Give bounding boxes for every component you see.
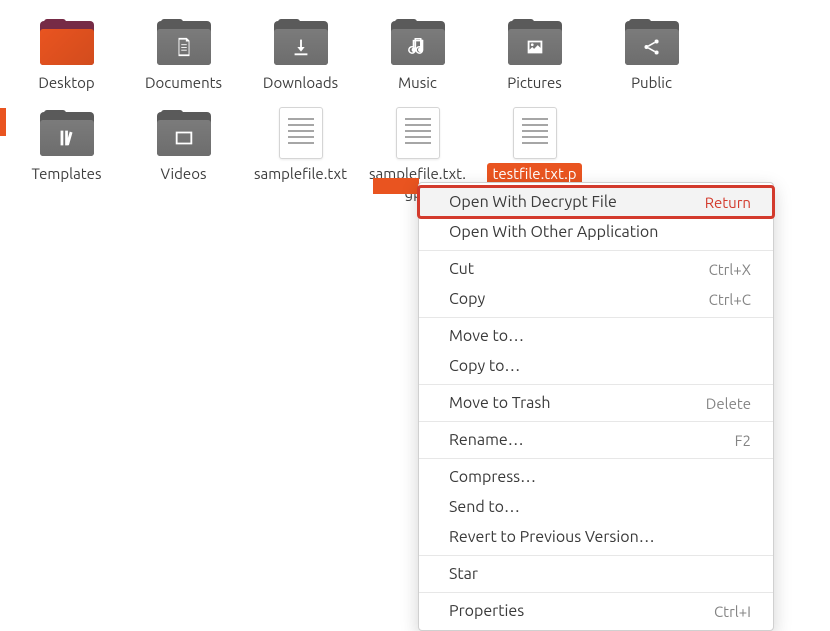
menu-copy[interactable]: Copy Ctrl+C: [419, 284, 773, 314]
menu-accel: Return: [705, 194, 751, 211]
menu-label: Move to…: [449, 327, 524, 345]
textfile-icon: [390, 107, 446, 159]
item-label: samplefile.txt: [249, 163, 352, 186]
menu-open-with-decrypt[interactable]: Open With Decrypt File Return: [419, 187, 773, 217]
menu-label: Copy: [449, 290, 485, 308]
folder-pictures[interactable]: Pictures: [476, 12, 593, 103]
folder-documents[interactable]: Documents: [125, 12, 242, 103]
file-samplefile-txt[interactable]: samplefile.txt: [242, 103, 359, 213]
folder-icon: [156, 107, 212, 159]
item-label: Public: [626, 72, 677, 95]
menu-revert-previous[interactable]: Revert to Previous Version…: [419, 522, 773, 552]
menu-separator: [419, 592, 773, 593]
menu-label: Revert to Previous Version…: [449, 528, 655, 546]
menu-label: Rename…: [449, 431, 524, 449]
videos-icon: [173, 127, 195, 149]
menu-label: Open With Other Application: [449, 223, 658, 241]
menu-separator: [419, 384, 773, 385]
folder-icon: [39, 107, 95, 159]
menu-label: Star: [449, 565, 478, 583]
textfile-icon: [273, 107, 329, 159]
menu-accel: Ctrl+C: [709, 291, 751, 308]
menu-separator: [419, 421, 773, 422]
menu-compress[interactable]: Compress…: [419, 462, 773, 492]
menu-label: Move to Trash: [449, 394, 551, 412]
folder-icon: [390, 16, 446, 68]
textfile-icon: [507, 107, 563, 159]
window-edge-indicator: [0, 108, 6, 136]
menu-label: Cut: [449, 260, 474, 278]
menu-label: Open With Decrypt File: [449, 193, 617, 211]
menu-separator: [419, 555, 773, 556]
menu-copy-to[interactable]: Copy to…: [419, 351, 773, 381]
menu-label: Properties: [449, 602, 524, 620]
item-label: Templates: [27, 163, 107, 186]
menu-label: Copy to…: [449, 357, 520, 375]
music-icon: [407, 36, 429, 58]
menu-move-to-trash[interactable]: Move to Trash Delete: [419, 388, 773, 418]
context-menu: Open With Decrypt File Return Open With …: [418, 182, 774, 631]
folder-desktop[interactable]: Desktop: [8, 12, 125, 103]
menu-accel: F2: [735, 432, 751, 449]
menu-move-to[interactable]: Move to…: [419, 321, 773, 351]
menu-rename[interactable]: Rename… F2: [419, 425, 773, 455]
item-label: Music: [393, 72, 442, 95]
folder-public[interactable]: Public: [593, 12, 710, 103]
menu-separator: [419, 458, 773, 459]
menu-separator: [419, 317, 773, 318]
download-icon: [290, 36, 312, 58]
item-label: Desktop: [33, 72, 99, 95]
menu-properties[interactable]: Properties Ctrl+I: [419, 596, 773, 626]
templates-icon: [56, 127, 78, 149]
menu-send-to[interactable]: Send to…: [419, 492, 773, 522]
documents-icon: [173, 36, 195, 58]
menu-star[interactable]: Star: [419, 559, 773, 589]
folder-videos[interactable]: Videos: [125, 103, 242, 213]
menu-label: Compress…: [449, 468, 536, 486]
menu-cut[interactable]: Cut Ctrl+X: [419, 254, 773, 284]
folder-icon: [156, 16, 212, 68]
folder-icon: [39, 16, 95, 68]
item-label: Documents: [140, 72, 227, 95]
item-label: Downloads: [258, 72, 343, 95]
menu-accel: Ctrl+I: [714, 603, 751, 620]
menu-accel: Ctrl+X: [709, 261, 751, 278]
menu-label: Send to…: [449, 498, 520, 516]
menu-accel: Delete: [706, 395, 751, 412]
folder-templates[interactable]: Templates: [8, 103, 125, 213]
folder-icon: [507, 16, 563, 68]
pictures-icon: [524, 36, 546, 58]
item-label: Videos: [156, 163, 212, 186]
share-icon: [641, 36, 663, 58]
folder-downloads[interactable]: Downloads: [242, 12, 359, 103]
folder-icon: [624, 16, 680, 68]
folder-music[interactable]: Music: [359, 12, 476, 103]
selection-overflow: [373, 178, 419, 194]
menu-separator: [419, 250, 773, 251]
menu-open-with-other[interactable]: Open With Other Application: [419, 217, 773, 247]
folder-icon: [273, 16, 329, 68]
item-label: Pictures: [502, 72, 567, 95]
